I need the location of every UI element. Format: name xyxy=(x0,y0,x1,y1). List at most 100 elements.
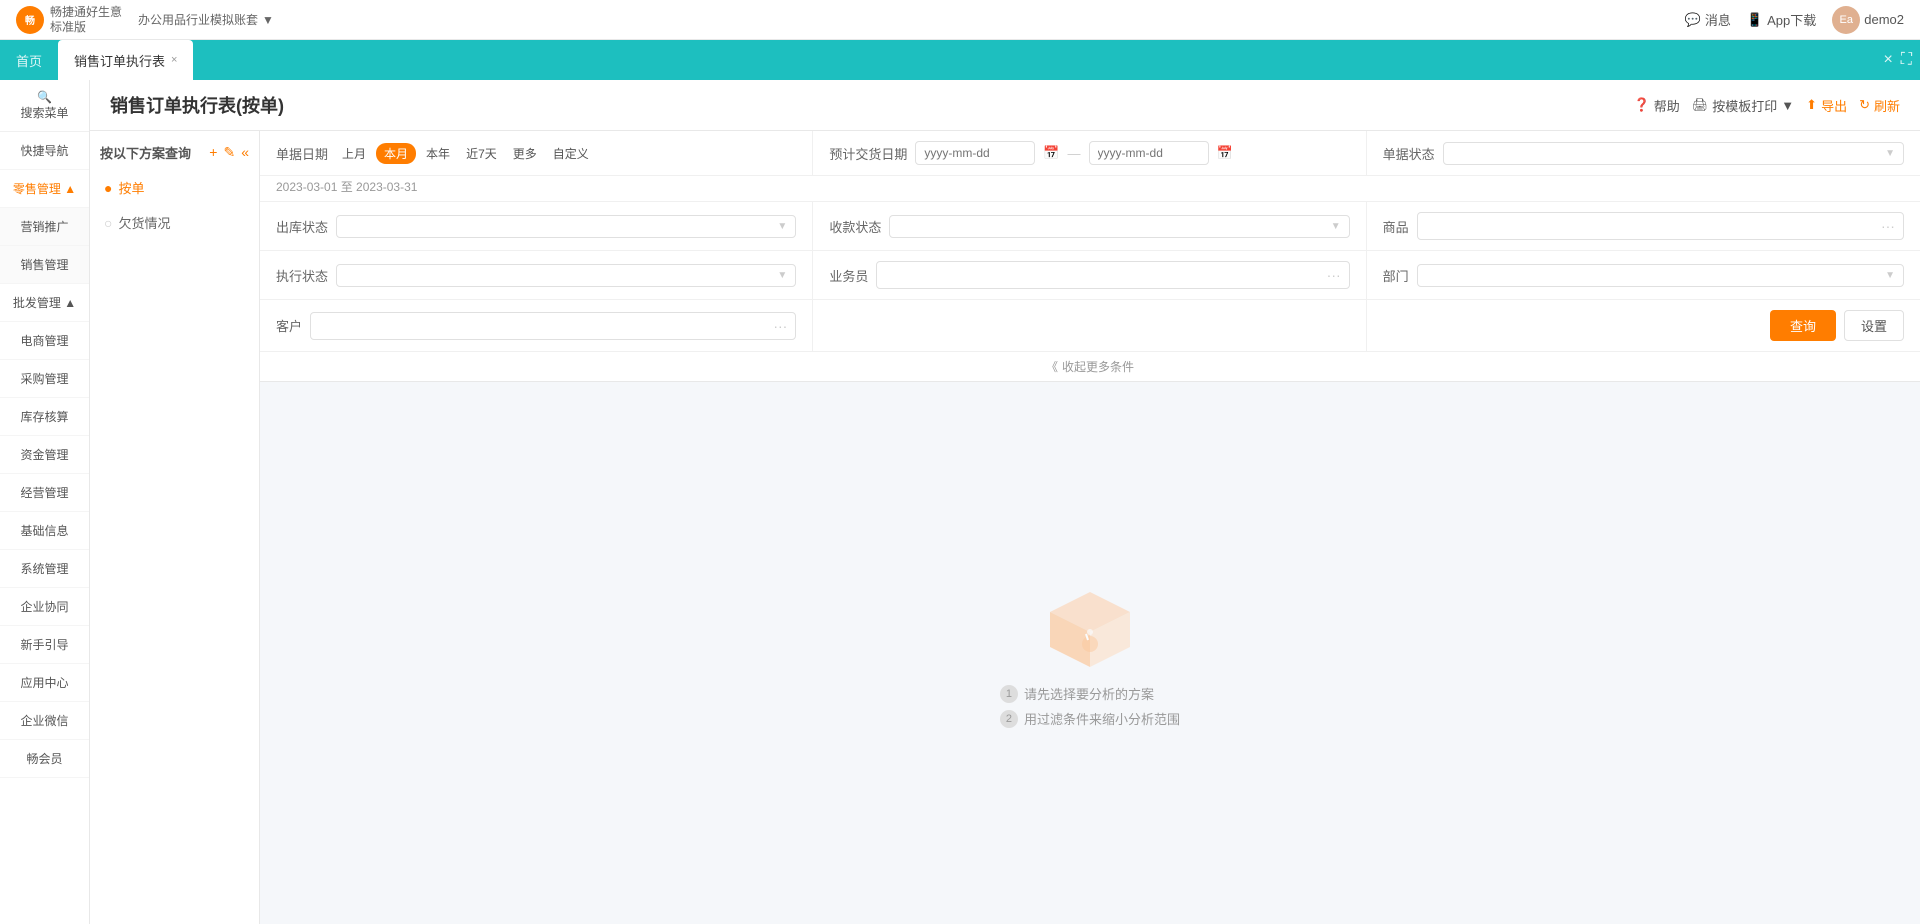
date-separator: — xyxy=(1068,146,1081,161)
sidebar-item-app-center[interactable]: 应用中心 xyxy=(0,664,89,702)
date-tab-7days[interactable]: 近7天 xyxy=(460,143,503,164)
user-profile[interactable]: Ea demo2 xyxy=(1832,6,1904,34)
print-icon: 🖨 xyxy=(1692,97,1709,113)
exec-status-cell: 执行状态 ▼ xyxy=(260,251,813,299)
sidebar-item-enterprise-wechat[interactable]: 企业微信 xyxy=(0,702,89,740)
tab-close-icon[interactable]: × xyxy=(171,54,177,66)
refresh-button[interactable]: ↻ 刷新 xyxy=(1859,96,1900,115)
expected-date-end[interactable] xyxy=(1089,141,1209,165)
salesman-label: 业务员 xyxy=(829,266,868,285)
collapse-panel-button[interactable]: « xyxy=(241,144,249,161)
content-area: 销售订单执行表(按单) ❓ 帮助 🖨 按模板打印 ▼ ⬆ 导出 ↻ 刷新 xyxy=(90,80,1920,924)
filter-row-1: 单据日期 上月 本月 本年 近7天 更多 自定义 xyxy=(260,131,1920,176)
salesman-dots-icon: ··· xyxy=(1327,267,1341,283)
scheme-secondary-icon: ○ xyxy=(104,215,112,231)
settings-button[interactable]: 设置 xyxy=(1844,310,1904,341)
sidebar-search[interactable]: 🔍 搜索菜单 xyxy=(0,80,89,132)
sidebar-item-wholesale[interactable]: 批发管理 ▲ xyxy=(0,284,89,322)
left-panel-title: 按以下方案查询 xyxy=(100,143,191,162)
tab-sales-order[interactable]: 销售订单执行表 × xyxy=(58,40,193,80)
date-filter-label: 单据日期 xyxy=(276,144,328,163)
date-tab-custom[interactable]: 自定义 xyxy=(547,143,595,164)
tab-home[interactable]: 首页 xyxy=(0,40,58,80)
delivery-status-label: 出库状态 xyxy=(276,217,328,236)
product-label: 商品 xyxy=(1383,217,1409,236)
main-layout: 🔍 搜索菜单 快捷导航 零售管理 ▲ 营销推广 销售管理 批发管理 ▲ 电商管理… xyxy=(0,80,1920,924)
export-button[interactable]: ⬆ 导出 xyxy=(1806,96,1847,115)
expected-date-start[interactable] xyxy=(915,141,1035,165)
sidebar-item-inventory[interactable]: 库存核算 xyxy=(0,398,89,436)
date-range-display: 2023-03-01 至 2023-03-31 xyxy=(260,176,1920,202)
filter-sidebar: 按以下方案查询 + ✎ « ● 按单 ○ 欠货情况 xyxy=(90,131,260,924)
print-dropdown-icon: ▼ xyxy=(1781,98,1794,113)
scheme-item-backorder[interactable]: ○ 欠货情况 xyxy=(90,205,259,240)
sidebar-item-sales[interactable]: 销售管理 xyxy=(0,246,89,284)
customer-label: 客户 xyxy=(276,316,302,335)
refresh-icon: ↻ xyxy=(1859,97,1870,113)
empty-state: 1 请先选择要分析的方案 2 用过滤条件来缩小分析范围 xyxy=(1000,572,1180,734)
date-tab-this-year[interactable]: 本年 xyxy=(420,143,456,164)
logo-area: 畅 畅捷通好生意 标准版 xyxy=(16,5,122,34)
exec-status-label: 执行状态 xyxy=(276,266,328,285)
window-close-icon[interactable]: × xyxy=(1883,51,1892,69)
order-status-select[interactable]: ▼ xyxy=(1443,142,1904,165)
filter-row-4: 客户 ··· 查询 设置 xyxy=(260,300,1920,352)
left-panel-icons: + ✎ « xyxy=(209,144,249,161)
tab-bar-right: × ⛶ xyxy=(1883,51,1920,69)
delivery-status-select[interactable]: ▼ xyxy=(336,215,796,238)
sidebar-item-system[interactable]: 系统管理 xyxy=(0,550,89,588)
action-buttons: 查询 设置 xyxy=(1367,300,1920,351)
payment-status-cell: 收款状态 ▼ xyxy=(813,202,1366,250)
help-icon: ❓ xyxy=(1634,97,1650,113)
empty-hints: 1 请先选择要分析的方案 2 用过滤条件来缩小分析范围 xyxy=(1000,684,1180,734)
collapse-up-icon: 《 xyxy=(1046,358,1058,375)
sidebar-item-quick-nav[interactable]: 快捷导航 xyxy=(0,132,89,170)
date-tab-more[interactable]: 更多 xyxy=(507,143,543,164)
avatar: Ea xyxy=(1832,6,1860,34)
scheme-active-icon: ● xyxy=(104,180,112,196)
window-expand-icon[interactable]: ⛶ xyxy=(1901,51,1912,69)
sidebar-item-retail[interactable]: 零售管理 ▲ xyxy=(0,170,89,208)
payment-status-select[interactable]: ▼ xyxy=(889,215,1349,238)
sidebar-item-purchase[interactable]: 采购管理 xyxy=(0,360,89,398)
scheme-item-by-order[interactable]: ● 按单 xyxy=(90,170,259,205)
delivery-select-arrow: ▼ xyxy=(777,221,787,232)
page-title: 销售订单执行表(按单) xyxy=(110,92,284,130)
message-icon: 💬 xyxy=(1685,12,1701,28)
phone-icon: 📱 xyxy=(1747,12,1763,28)
customer-cell: 客户 ··· xyxy=(260,300,813,351)
collapse-more-button[interactable]: 《 收起更多条件 xyxy=(260,352,1920,381)
sidebar-item-basic-info[interactable]: 基础信息 xyxy=(0,512,89,550)
exec-status-select[interactable]: ▼ xyxy=(336,264,796,287)
export-icon: ⬆ xyxy=(1806,97,1817,113)
filter-row-3: 执行状态 ▼ 业务员 ··· xyxy=(260,251,1920,300)
customer-field[interactable]: ··· xyxy=(310,312,796,340)
app-download-button[interactable]: 📱 App下载 xyxy=(1747,10,1816,29)
sidebar-item-finance[interactable]: 资金管理 xyxy=(0,436,89,474)
exec-select-arrow: ▼ xyxy=(777,270,787,281)
payment-status-label: 收款状态 xyxy=(829,217,881,236)
sidebar-item-corp-collab[interactable]: 企业协同 xyxy=(0,588,89,626)
add-scheme-button[interactable]: + xyxy=(209,144,217,161)
print-button[interactable]: 🖨 按模板打印 ▼ xyxy=(1692,96,1794,115)
department-select[interactable]: ▼ xyxy=(1417,264,1904,287)
sidebar-item-operations[interactable]: 经营管理 xyxy=(0,474,89,512)
date-tab-this-month[interactable]: 本月 xyxy=(376,143,416,164)
product-field[interactable]: ··· xyxy=(1417,212,1904,240)
breadcrumb[interactable]: 办公用品行业模拟账套 ▼ xyxy=(138,11,274,28)
message-button[interactable]: 💬 消息 xyxy=(1685,10,1731,29)
sidebar: 🔍 搜索菜单 快捷导航 零售管理 ▲ 营销推广 销售管理 批发管理 ▲ 电商管理… xyxy=(0,80,90,924)
sidebar-item-beginner[interactable]: 新手引导 xyxy=(0,626,89,664)
sidebar-item-marketing[interactable]: 营销推广 xyxy=(0,208,89,246)
order-status-label: 单据状态 xyxy=(1383,144,1435,163)
sidebar-item-ecommerce[interactable]: 电商管理 xyxy=(0,322,89,360)
salesman-field[interactable]: ··· xyxy=(876,261,1349,289)
date-tab-last-month[interactable]: 上月 xyxy=(336,143,372,164)
edit-scheme-button[interactable]: ✎ xyxy=(223,144,235,161)
help-button[interactable]: ❓ 帮助 xyxy=(1634,96,1680,115)
main-content-wrapper: 按以下方案查询 + ✎ « ● 按单 ○ 欠货情况 xyxy=(90,131,1920,924)
query-button[interactable]: 查询 xyxy=(1770,310,1836,341)
expected-date-label: 预计交货日期 xyxy=(829,144,907,163)
sidebar-item-member[interactable]: 畅会员 xyxy=(0,740,89,778)
product-dots-icon: ··· xyxy=(1881,218,1895,234)
